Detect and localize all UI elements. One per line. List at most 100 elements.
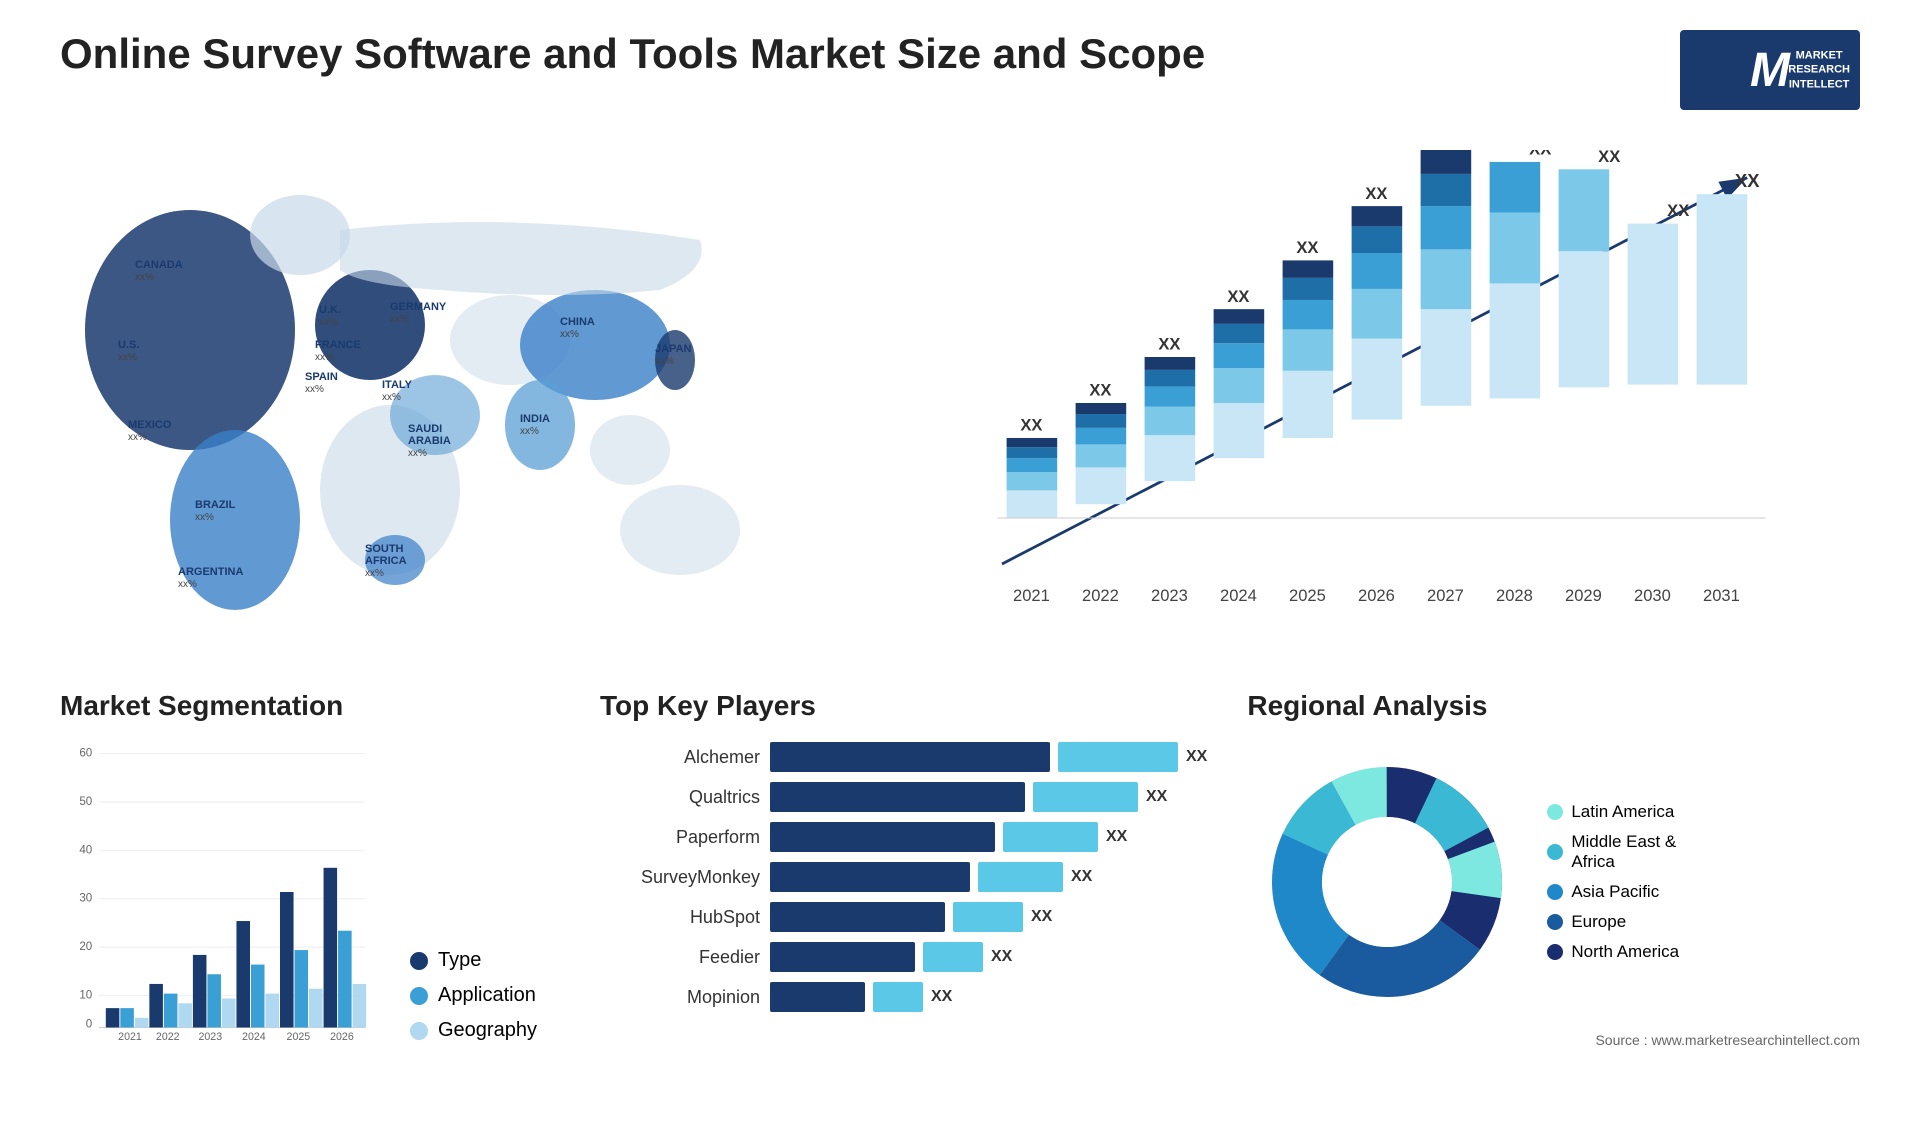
svg-text:xx%: xx% <box>135 272 154 283</box>
player-bar-surveymonkey-dark <box>770 862 970 892</box>
logo-text: MARKET RESEARCH INTELLECT <box>1788 49 1850 92</box>
svg-text:20: 20 <box>79 940 92 953</box>
svg-text:0: 0 <box>86 1017 92 1030</box>
key-players-container: Top Key Players Alchemer XX Qualtrics <box>600 690 1207 1090</box>
logo-box: M MARKET RESEARCH INTELLECT <box>1680 30 1860 110</box>
svg-text:xx%: xx% <box>195 512 214 523</box>
player-bar-container-mopinion: XX <box>770 982 952 1012</box>
svg-text:2021: 2021 <box>1013 586 1050 605</box>
svg-text:U.S.: U.S. <box>118 339 139 351</box>
player-bar-alchemer-dark <box>770 742 1050 772</box>
player-name-paperform: Paperform <box>600 827 760 848</box>
svg-text:XX: XX <box>1529 150 1551 159</box>
svg-text:2025: 2025 <box>287 1031 311 1042</box>
svg-text:10: 10 <box>79 988 92 1001</box>
svg-text:2027: 2027 <box>1427 586 1464 605</box>
svg-text:xx%: xx% <box>520 426 539 437</box>
application-dot <box>410 987 428 1005</box>
reg-dot-europe <box>1547 914 1563 930</box>
svg-text:XX: XX <box>1365 184 1387 203</box>
svg-text:ITALY: ITALY <box>382 379 413 391</box>
svg-text:ARGENTINA: ARGENTINA <box>178 566 243 578</box>
player-bar-container-hubspot: XX <box>770 902 1052 932</box>
svg-text:2024: 2024 <box>1220 586 1257 605</box>
geography-label: Geography <box>438 1019 537 1042</box>
svg-text:XX: XX <box>1089 381 1111 400</box>
seg-svg: 60 50 40 30 20 10 0 <box>60 742 380 1042</box>
legend-item-application: Application <box>410 984 537 1007</box>
player-row-qualtrics: Qualtrics XX <box>600 782 1207 812</box>
svg-text:xx%: xx% <box>305 384 324 395</box>
geography-dot <box>410 1022 428 1040</box>
reg-legend-middle-east: Middle East &Africa <box>1547 832 1679 872</box>
svg-text:U.K.: U.K. <box>319 304 341 316</box>
player-row-alchemer: Alchemer XX <box>600 742 1207 772</box>
player-name-mopinion: Mopinion <box>600 987 760 1008</box>
svg-text:BRAZIL: BRAZIL <box>195 499 236 511</box>
svg-text:2029: 2029 <box>1565 586 1602 605</box>
svg-text:30: 30 <box>79 892 92 905</box>
player-bar-qualtrics-dark <box>770 782 1025 812</box>
player-name-surveymonkey: SurveyMonkey <box>600 867 760 888</box>
player-xx-mopinion: XX <box>931 988 952 1006</box>
reg-dot-asia-pacific <box>1547 884 1563 900</box>
svg-text:2025: 2025 <box>1289 586 1326 605</box>
player-name-qualtrics: Qualtrics <box>600 787 760 808</box>
svg-text:xx%: xx% <box>315 352 334 363</box>
svg-text:xx%: xx% <box>382 392 401 403</box>
player-xx-qualtrics: XX <box>1146 788 1167 806</box>
application-label: Application <box>438 984 536 1007</box>
player-bar-container-surveymonkey: XX <box>770 862 1092 892</box>
player-xx-alchemer: XX <box>1186 748 1207 766</box>
svg-text:ARABIA: ARABIA <box>408 435 451 447</box>
svg-text:xx%: xx% <box>128 432 147 443</box>
player-bar-hubspot-dark <box>770 902 945 932</box>
player-bar-alchemer-light <box>1058 742 1178 772</box>
svg-text:2023: 2023 <box>1151 586 1188 605</box>
svg-text:JAPAN: JAPAN <box>655 343 692 355</box>
player-bar-container-feedier: XX <box>770 942 1012 972</box>
svg-text:2023: 2023 <box>199 1031 223 1042</box>
svg-text:MEXICO: MEXICO <box>128 419 172 431</box>
svg-text:2028: 2028 <box>1496 586 1533 605</box>
svg-text:XX: XX <box>1158 335 1180 354</box>
regional-legend: Latin America Middle East &Africa Asia P… <box>1547 802 1679 962</box>
reg-legend-asia-pacific: Asia Pacific <box>1547 882 1679 902</box>
svg-text:xx%: xx% <box>655 356 674 367</box>
player-bar-feedier-dark <box>770 942 915 972</box>
player-xx-feedier: XX <box>991 948 1012 966</box>
player-bar-hubspot-light <box>953 902 1023 932</box>
svg-text:CHINA: CHINA <box>560 316 595 328</box>
svg-text:SPAIN: SPAIN <box>305 371 338 383</box>
svg-text:INDIA: INDIA <box>520 413 550 425</box>
player-bar-feedier-light <box>923 942 983 972</box>
svg-text:2031: 2031 <box>1703 586 1740 605</box>
svg-text:50: 50 <box>79 795 92 808</box>
segmentation-container: Market Segmentation 60 50 40 30 20 10 0 <box>60 690 560 1090</box>
legend-item-geography: Geography <box>410 1019 537 1042</box>
seg-chart-area: 60 50 40 30 20 10 0 <box>60 742 560 1042</box>
player-bar-paperform-dark <box>770 822 995 852</box>
bottom-section: Market Segmentation 60 50 40 30 20 10 0 <box>60 690 1860 1090</box>
svg-text:xx%: xx% <box>118 352 137 363</box>
logo-container: M MARKET RESEARCH INTELLECT <box>1680 30 1860 110</box>
player-name-feedier: Feedier <box>600 947 760 968</box>
svg-text:2022: 2022 <box>156 1031 180 1042</box>
player-name-alchemer: Alchemer <box>600 747 760 768</box>
reg-dot-north-america <box>1547 944 1563 960</box>
player-bar-container-alchemer: XX <box>770 742 1207 772</box>
player-xx-paperform: XX <box>1106 828 1127 846</box>
player-bar-container-qualtrics: XX <box>770 782 1167 812</box>
svg-text:xx%: xx% <box>178 579 197 590</box>
svg-text:xx%: xx% <box>560 329 579 340</box>
svg-text:SOUTH: SOUTH <box>365 543 404 555</box>
player-row-surveymonkey: SurveyMonkey XX <box>600 862 1207 892</box>
map-container: CANADA xx% U.S. xx% MEXICO xx% BRAZIL xx… <box>60 130 840 650</box>
svg-text:2022: 2022 <box>1082 586 1119 605</box>
svg-text:xx%: xx% <box>408 448 427 459</box>
type-label: Type <box>438 949 481 972</box>
svg-text:2026: 2026 <box>1358 586 1395 605</box>
svg-text:2021: 2021 <box>118 1031 142 1042</box>
svg-text:FRANCE: FRANCE <box>315 339 361 351</box>
svg-text:40: 40 <box>79 843 92 856</box>
